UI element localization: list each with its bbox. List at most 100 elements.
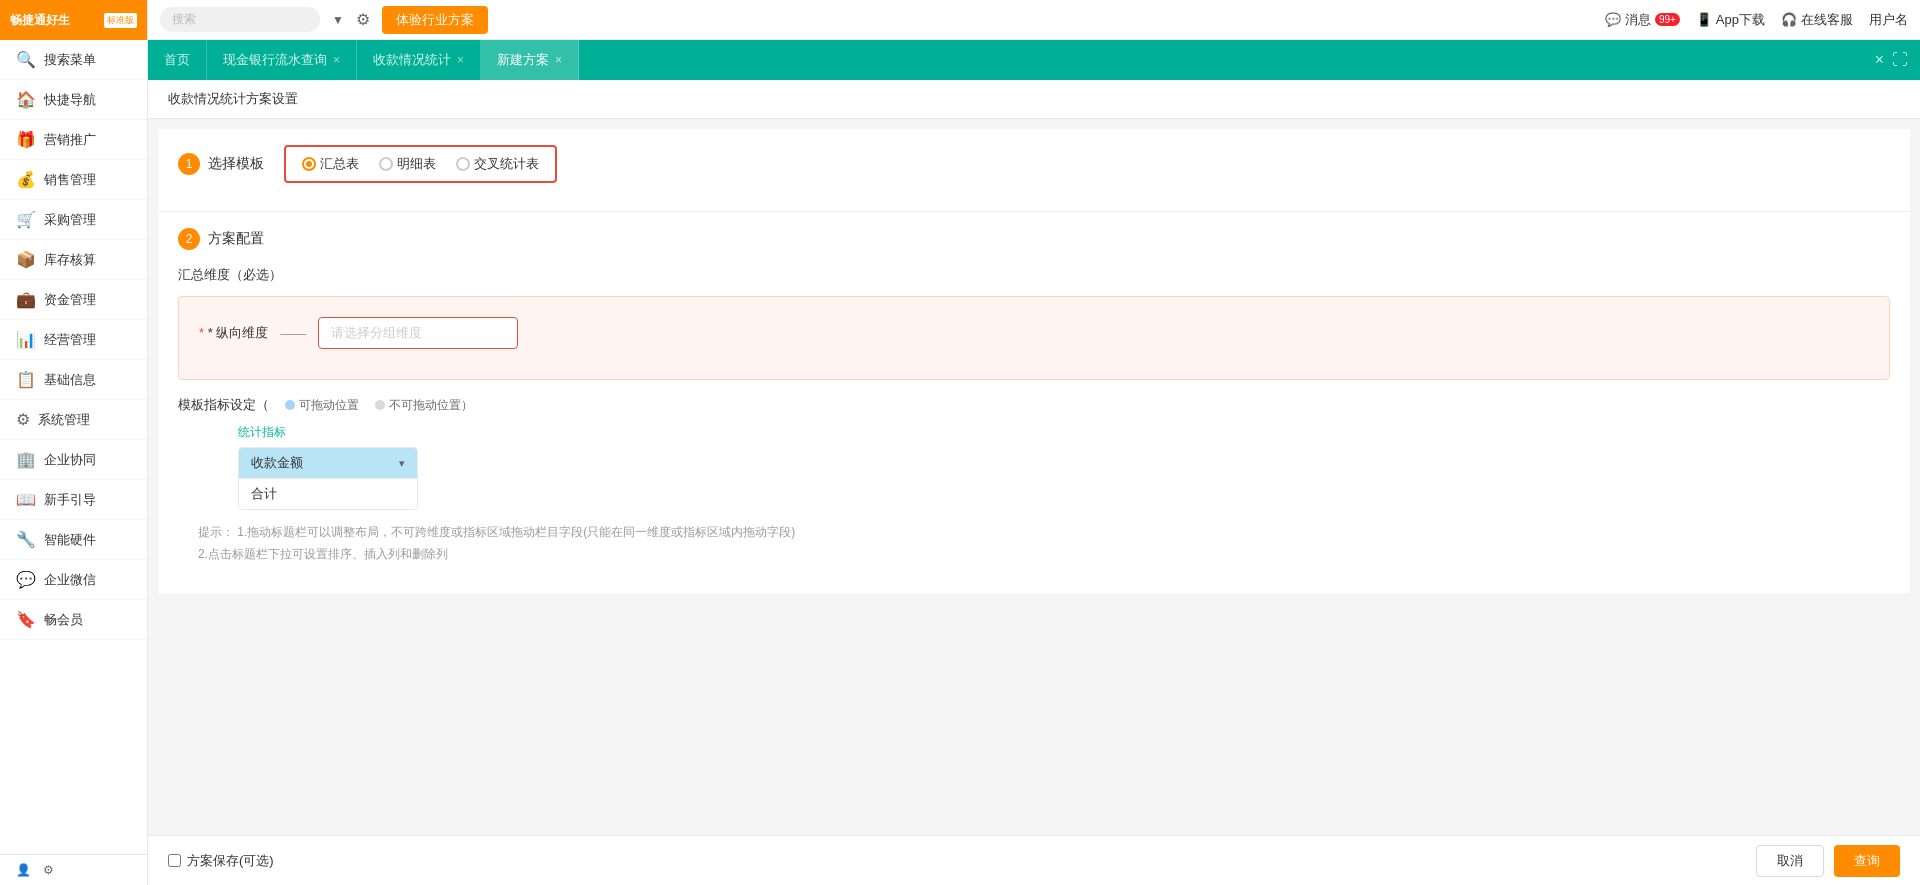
template-options-box: 汇总表 明细表 交叉统计表 [284,145,557,183]
tab-home[interactable]: 首页 [148,40,207,80]
sidebar-item-wechat[interactable]: 💬 企业微信 [0,560,147,600]
user-avatar[interactable]: 👤 [16,863,31,877]
logo-main-text: 畅捷通好生 [10,13,70,27]
sidebar-item-label: 畅会员 [44,611,83,629]
drag-movable-label: 可拖动位置 [299,397,359,414]
settings-gear-icon[interactable]: ⚙ [356,10,370,29]
step2-indicator: 2 方案配置 [178,228,1890,250]
metrics-table: 收款金额 ▾ 合计 [238,447,418,510]
tab-new-plan-close-icon[interactable]: × [555,53,562,67]
sidebar-item-marketing[interactable]: 🎁 营销推广 [0,120,147,160]
headset-icon: 🎧 [1781,12,1797,27]
page-title: 收款情况统计方案设置 [168,91,298,106]
save-option-label[interactable]: 方案保存(可选) [168,852,274,870]
radio-summary[interactable]: 汇总表 [302,155,359,173]
tab-collection-stat-label: 收款情况统计 [373,51,451,69]
step1-number: 1 [178,153,200,175]
sidebar-item-operations[interactable]: 📊 经营管理 [0,320,147,360]
search-placeholder-text: 搜索 [172,12,196,26]
drag-fixed-dot [375,400,385,410]
tab-expand-icon[interactable]: ⛶ [1892,51,1908,69]
tab-cashflow-close-icon[interactable]: × [333,53,340,67]
sidebar-item-label: 智能硬件 [44,531,96,549]
tab-close-all-icon[interactable]: × [1875,51,1884,69]
metrics-column-group-label: 统计指标 [238,424,1890,441]
user-name-item[interactable]: 用户名 [1869,11,1908,29]
radio-detail-circle [379,157,393,171]
sidebar-item-label: 经营管理 [44,331,96,349]
sidebar-item-sales[interactable]: 💰 销售管理 [0,160,147,200]
book-icon: 📖 [16,490,36,509]
home-icon: 🏠 [16,90,36,109]
footer-bar: 方案保存(可选) 取消 查询 [148,835,1920,885]
radio-detail[interactable]: 明细表 [379,155,436,173]
message-icon: 💬 [1605,12,1621,27]
search-dropdown-icon[interactable]: ▼ [332,13,344,27]
sidebar-bottom: 👤 ⚙ [0,854,147,885]
metrics-table-data-row: 合计 [239,479,417,509]
box-icon: 📦 [16,250,36,269]
tab-collection-stat[interactable]: 收款情况统计 × [357,40,481,80]
user-name-text: 用户名 [1869,11,1908,29]
step2-number: 2 [178,228,200,250]
sidebar-item-label: 快捷导航 [44,91,96,109]
step2-label: 方案配置 [208,230,264,248]
sidebar-item-quick-nav[interactable]: 🏠 快捷导航 [0,80,147,120]
sidebar-item-purchase[interactable]: 🛒 采购管理 [0,200,147,240]
tips-area: 提示： 1.拖动标题栏可以调整布局，不可跨维度或指标区域拖动栏目字段(只能在同一… [178,510,1890,577]
member-icon: 🔖 [16,610,36,629]
industry-plan-button[interactable]: 体验行业方案 [382,6,488,34]
drag-fixed-indicator: 不可拖动位置） [375,397,473,414]
main-area: 搜索 ▼ ⚙ 体验行业方案 💬 消息 99+ 📱 App下载 🎧 在线客服 用户… [148,0,1920,885]
drag-fixed-label: 不可拖动位置） [389,397,473,414]
logo-badge: 标准版 [104,13,137,28]
tab-new-plan[interactable]: 新建方案 × [481,40,579,80]
building-icon: 🏢 [16,450,36,469]
step1-indicator: 1 选择模板 汇总表 明细表 交叉统计表 [178,145,1890,183]
tip-2: 2.点击标题栏下拉可设置排序、插入列和删除列 [198,544,1870,566]
tip-1: 提示： 1.拖动标题栏可以调整布局，不可跨维度或指标区域拖动栏目字段(只能在同一… [198,522,1870,544]
metrics-table-header-row[interactable]: 收款金额 ▾ [239,448,417,479]
dimension-placeholder-text: 请选择分组维度 [331,325,422,340]
sidebar-item-label: 系统管理 [38,411,90,429]
search-box: 搜索 [160,7,320,32]
radio-summary-label: 汇总表 [320,155,359,173]
cart-icon: 🛒 [16,210,36,229]
sidebar-item-finance[interactable]: 💼 资金管理 [0,280,147,320]
metrics-title-text: 模板指标设定（ [178,396,269,414]
sidebar-item-hardware[interactable]: 🔧 智能硬件 [0,520,147,560]
metrics-table-container: 统计指标 收款金额 ▾ 合计 [178,424,1890,510]
arrow-icon: —— [280,326,306,341]
tab-home-label: 首页 [164,51,190,69]
sidebar-item-label: 新手引导 [44,491,96,509]
radio-cross[interactable]: 交叉统计表 [456,155,539,173]
sidebar-item-inventory[interactable]: 📦 库存核算 [0,240,147,280]
notification-item[interactable]: 💬 消息 99+ [1605,11,1680,29]
notification-badge: 99+ [1655,13,1680,26]
chart-icon: 📊 [16,330,36,349]
dimension-select-input[interactable]: 请选择分组维度 [318,317,518,349]
sidebar: 畅捷通好生 标准版 🔍 搜索菜单 🏠 快捷导航 🎁 营销推广 💰 销售管理 🛒 … [0,0,148,885]
page-header: 收款情况统计方案设置 [148,80,1920,119]
support-item[interactable]: 🎧 在线客服 [1781,11,1853,29]
sidebar-item-corp[interactable]: 🏢 企业协同 [0,440,147,480]
cancel-button[interactable]: 取消 [1756,845,1824,877]
metrics-header: 模板指标设定（ 可拖动位置 不可拖动位置） [178,396,1890,414]
settings-bottom-icon[interactable]: ⚙ [43,863,54,877]
support-label: 在线客服 [1801,11,1853,29]
sidebar-item-system[interactable]: ⚙ 系统管理 [0,400,147,440]
sidebar-item-member[interactable]: 🔖 畅会员 [0,600,147,640]
sidebar-item-guide[interactable]: 📖 新手引导 [0,480,147,520]
sidebar-item-search-menu[interactable]: 🔍 搜索菜单 [0,40,147,80]
query-button[interactable]: 查询 [1834,845,1900,877]
save-checkbox[interactable] [168,854,181,867]
tab-cashflow[interactable]: 现金银行流水查询 × [207,40,357,80]
tab-collection-stat-close-icon[interactable]: × [457,53,464,67]
sidebar-item-basic-info[interactable]: 📋 基础信息 [0,360,147,400]
metrics-column-header-text: 收款金额 [251,454,303,472]
metrics-chevron-icon[interactable]: ▾ [399,457,405,470]
download-item[interactable]: 📱 App下载 [1696,11,1765,29]
content-area: 收款情况统计方案设置 1 选择模板 汇总表 明细表 [148,80,1920,885]
dimension-area: * * 纵向维度 —— 请选择分组维度 [178,296,1890,380]
download-icon: 📱 [1696,12,1712,27]
